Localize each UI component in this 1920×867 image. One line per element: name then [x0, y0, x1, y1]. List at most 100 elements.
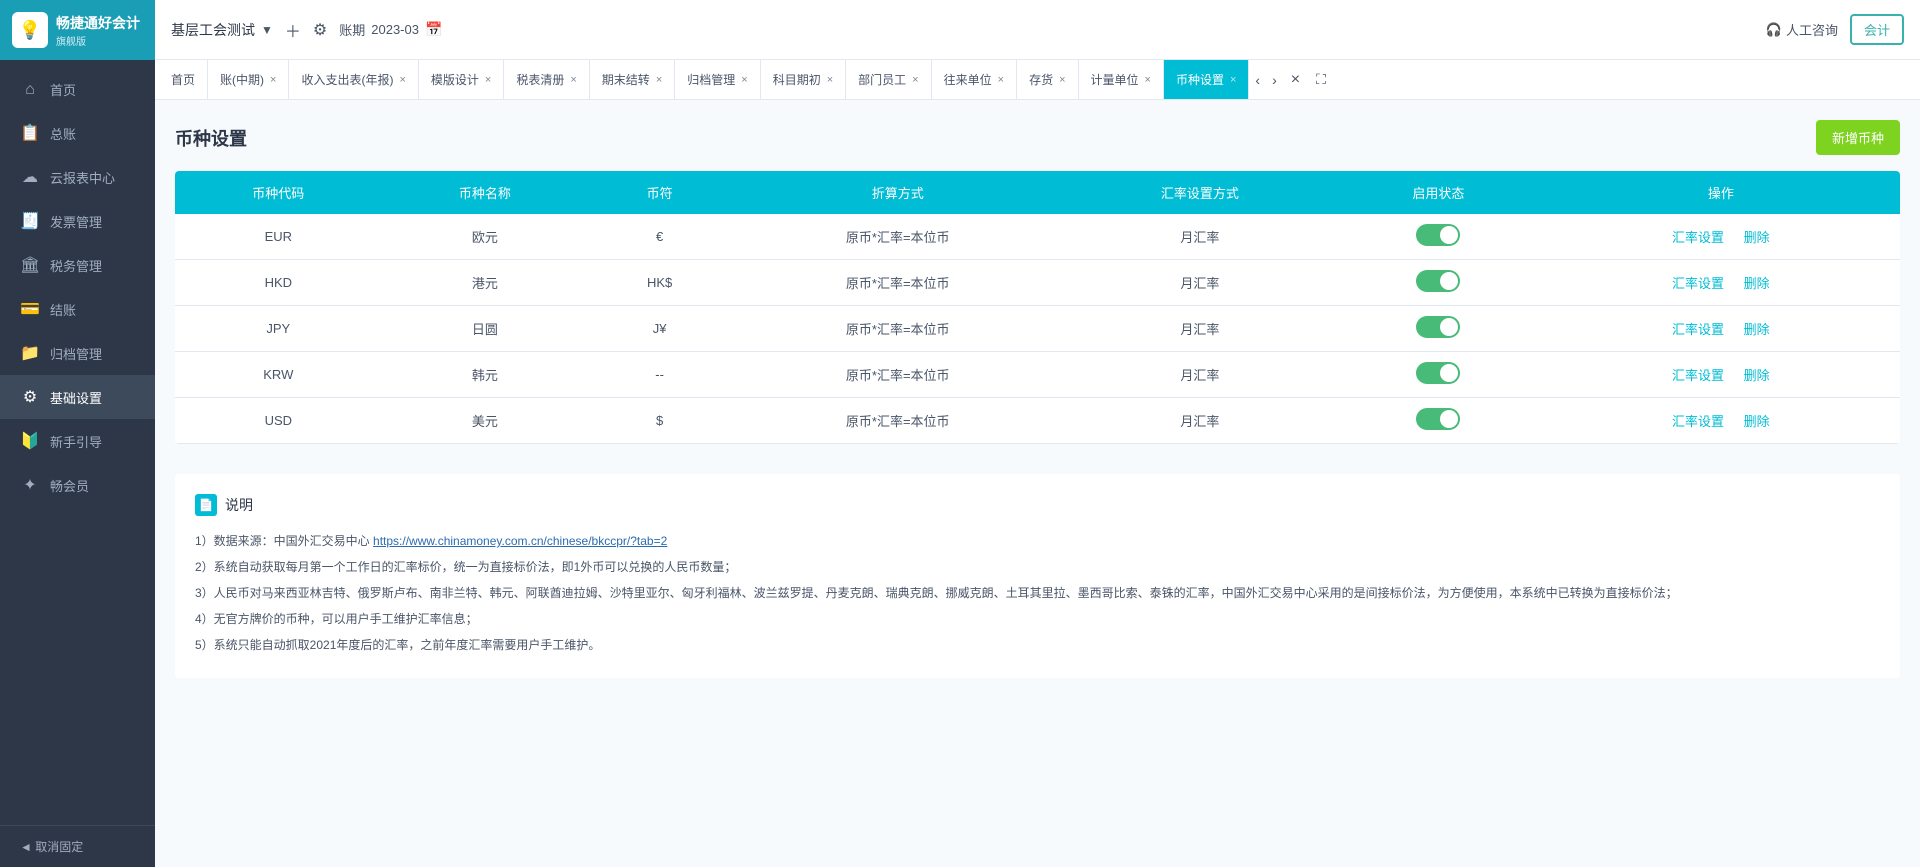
tab-template[interactable]: 模版设计 ×	[419, 60, 504, 100]
cell-actions: 汇率设置 删除	[1542, 352, 1900, 398]
company-dropdown-icon[interactable]: ▼	[261, 23, 273, 37]
tab-close-unit[interactable]: ×	[1145, 74, 1151, 86]
table-row: USD 美元 $ 原币*汇率=本位币 月汇率 汇率设置 删除	[175, 398, 1900, 444]
tab-close-subjects[interactable]: ×	[827, 74, 833, 86]
currency-table: 币种代码 币种名称 币符 折算方式 汇率设置方式 启用状态 操作 EUR 欧元 …	[175, 171, 1900, 444]
page-title: 币种设置	[175, 125, 247, 151]
tab-customers[interactable]: 往来单位 ×	[932, 60, 1017, 100]
toggle-enabled[interactable]	[1416, 408, 1460, 430]
cell-symbol: $	[588, 398, 731, 444]
tax-icon: 🏛	[20, 255, 40, 275]
tab-income[interactable]: 收入支出表(年报) ×	[289, 60, 418, 100]
notes-link[interactable]: https://www.chinamoney.com.cn/chinese/bk…	[373, 534, 667, 548]
cell-calc: 原币*汇率=本位币	[731, 214, 1065, 260]
rate-setting-link[interactable]: 汇率设置	[1672, 322, 1724, 337]
cell-status	[1335, 352, 1542, 398]
sidebar-pin-toggle[interactable]: ◄ 取消固定	[0, 825, 155, 867]
toggle-enabled[interactable]	[1416, 362, 1460, 384]
rate-setting-link[interactable]: 汇率设置	[1672, 276, 1724, 291]
new-currency-button[interactable]: 新增币种	[1816, 120, 1900, 155]
tab-next-button[interactable]: ›	[1266, 60, 1283, 100]
tab-dept[interactable]: 部门员工 ×	[846, 60, 931, 100]
tab-close-tax[interactable]: ×	[570, 74, 576, 86]
tab-archive[interactable]: 归档管理 ×	[675, 60, 760, 100]
delete-link[interactable]: 删除	[1744, 414, 1770, 429]
tab-inventory[interactable]: 存货 ×	[1017, 60, 1078, 100]
col-header-rate-method: 汇率设置方式	[1065, 171, 1336, 214]
tab-close-template[interactable]: ×	[485, 74, 491, 86]
sidebar-item-archive[interactable]: 📁 归档管理	[0, 331, 155, 375]
tab-close-currency[interactable]: ×	[1230, 74, 1236, 86]
tab-home[interactable]: 首页	[159, 60, 208, 100]
tab-close-customers[interactable]: ×	[998, 74, 1004, 86]
delete-link[interactable]: 删除	[1744, 276, 1770, 291]
company-name[interactable]: 基层工会测试 ▼	[171, 20, 273, 40]
col-header-name: 币种名称	[382, 171, 589, 214]
notes-item: 3）人民币对马来西亚林吉特、俄罗斯卢布、南非兰特、韩元、阿联酋迪拉姆、沙特里亚尔…	[195, 580, 1880, 606]
rate-setting-link[interactable]: 汇率设置	[1672, 414, 1724, 429]
toggle-enabled[interactable]	[1416, 270, 1460, 292]
tab-subjects[interactable]: 科目期初 ×	[761, 60, 846, 100]
tab-currency[interactable]: 币种设置 ×	[1164, 60, 1249, 100]
sidebar-item-ledger[interactable]: 📋 总账	[0, 111, 155, 155]
delete-link[interactable]: 删除	[1744, 322, 1770, 337]
tab-prev-button[interactable]: ‹	[1249, 60, 1266, 100]
toggle-enabled[interactable]	[1416, 316, 1460, 338]
add-tab-button[interactable]: ＋	[285, 18, 301, 42]
topbar-right: 🎧 人工咨询 会计	[1766, 14, 1904, 45]
calendar-icon[interactable]: 📅	[425, 21, 442, 38]
tab-close-all-button[interactable]: ×	[1283, 60, 1308, 100]
sidebar-item-tax[interactable]: 🏛 税务管理	[0, 243, 155, 287]
tab-balance[interactable]: 账(中期) ×	[208, 60, 289, 100]
home-icon: ⌂	[20, 81, 40, 99]
tab-expand-button[interactable]: ⛶	[1308, 60, 1334, 100]
tab-close-archive[interactable]: ×	[741, 74, 747, 86]
help-button[interactable]: 🎧 人工咨询	[1766, 20, 1838, 39]
cloud-icon: ☁	[20, 167, 40, 187]
col-header-code: 币种代码	[175, 171, 382, 214]
period-display: 账期 2023-03 📅	[339, 20, 442, 39]
notes-item: 4）无官方牌价的币种，可以用户手工维护汇率信息；	[195, 606, 1880, 632]
cell-status	[1335, 260, 1542, 306]
sidebar-item-settlement[interactable]: 💳 结账	[0, 287, 155, 331]
tab-tax[interactable]: 税表清册 ×	[504, 60, 589, 100]
tab-close-income[interactable]: ×	[399, 74, 405, 86]
cell-name: 欧元	[382, 214, 589, 260]
cell-actions: 汇率设置 删除	[1542, 398, 1900, 444]
sidebar-item-home[interactable]: ⌂ 首页	[0, 68, 155, 111]
notes-list: 1）数据来源：中国外汇交易中心 https://www.chinamoney.c…	[195, 528, 1880, 658]
cell-symbol: --	[588, 352, 731, 398]
cell-rate-method: 月汇率	[1065, 398, 1336, 444]
rate-setting-link[interactable]: 汇率设置	[1672, 230, 1724, 245]
sidebar-item-reports[interactable]: ☁ 云报表中心	[0, 155, 155, 199]
archive-icon: 📁	[20, 343, 40, 363]
sidebar-item-guide[interactable]: 🔰 新手引导	[0, 419, 155, 463]
user-role-button[interactable]: 会计	[1850, 14, 1904, 45]
cell-status	[1335, 398, 1542, 444]
cell-status	[1335, 306, 1542, 352]
invoice-icon: 🧾	[20, 211, 40, 231]
cell-actions: 汇率设置 删除	[1542, 214, 1900, 260]
rate-setting-link[interactable]: 汇率设置	[1672, 368, 1724, 383]
tab-close-period-end[interactable]: ×	[656, 74, 662, 86]
delete-link[interactable]: 删除	[1744, 368, 1770, 383]
tab-period-end[interactable]: 期末结转 ×	[590, 60, 675, 100]
tab-close-balance[interactable]: ×	[270, 74, 276, 86]
cell-symbol: €	[588, 214, 731, 260]
topbar-settings-icon[interactable]: ⚙	[313, 20, 327, 40]
tab-close-dept[interactable]: ×	[912, 74, 918, 86]
toggle-enabled[interactable]	[1416, 224, 1460, 246]
sidebar-item-invoice[interactable]: 🧾 发票管理	[0, 199, 155, 243]
sidebar-item-member[interactable]: ✦ 畅会员	[0, 463, 155, 507]
col-header-action: 操作	[1542, 171, 1900, 214]
tab-close-inventory[interactable]: ×	[1059, 74, 1065, 86]
tab-unit[interactable]: 计量单位 ×	[1079, 60, 1164, 100]
sidebar-item-settings[interactable]: ⚙ 基础设置	[0, 375, 155, 419]
cell-calc: 原币*汇率=本位币	[731, 398, 1065, 444]
notes-header: 📄 说明	[195, 494, 1880, 516]
notes-icon: 📄	[195, 494, 217, 516]
ledger-icon: 📋	[20, 123, 40, 143]
logo-text: 畅捷通好会计 旗舰版	[56, 13, 140, 48]
cell-rate-method: 月汇率	[1065, 214, 1336, 260]
delete-link[interactable]: 删除	[1744, 230, 1770, 245]
